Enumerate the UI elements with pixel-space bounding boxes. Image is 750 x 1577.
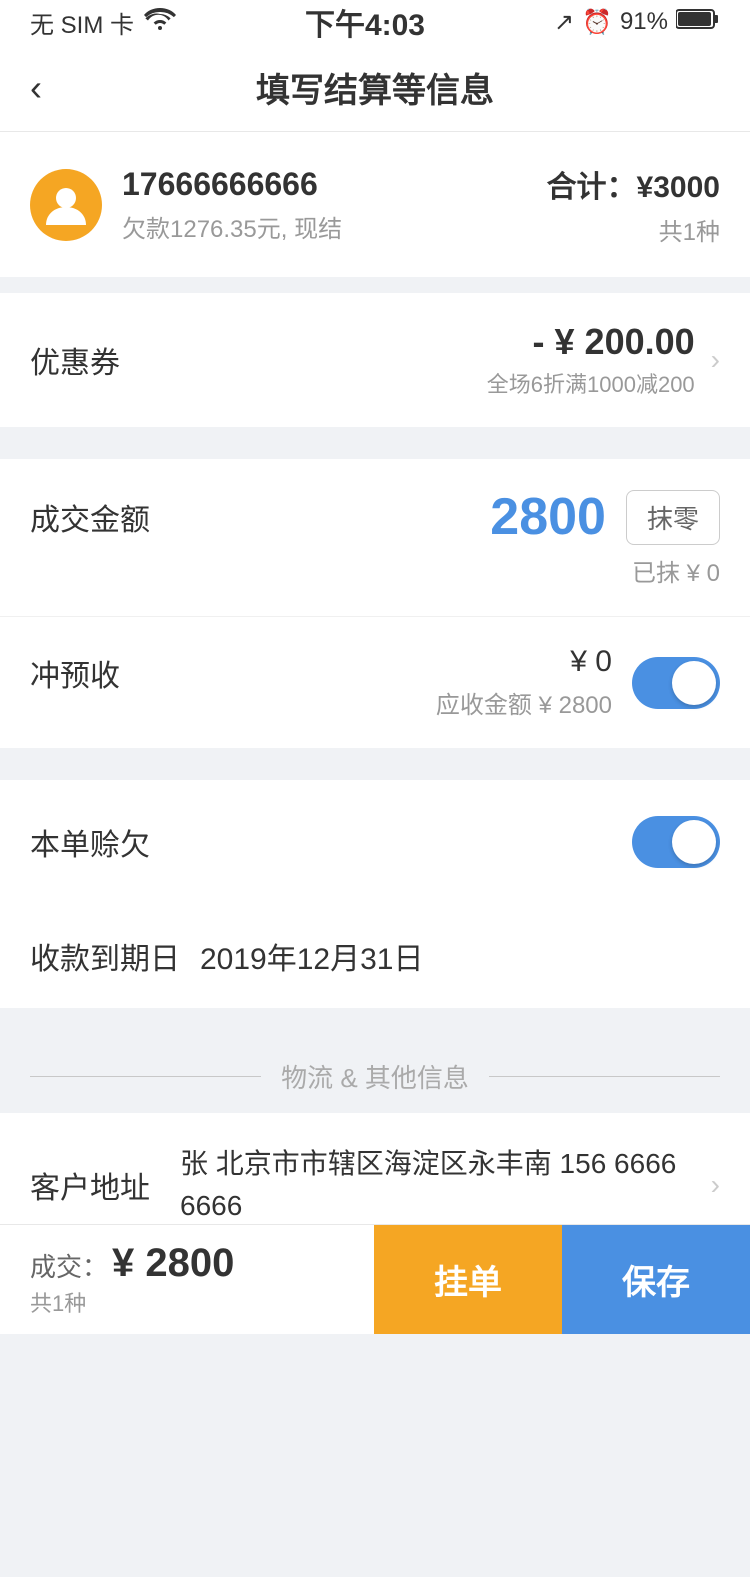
address-chevron-icon: › — [711, 1169, 720, 1201]
prepay-right: ¥ 0 应收金额 ¥ 2800 — [436, 645, 720, 720]
deal-right: 2800 抹零 — [490, 487, 720, 547]
customer-info: 17666666666 欠款1276.35元, 现结 — [122, 166, 342, 244]
prepay-toggle[interactable] — [632, 657, 720, 709]
deal-amount-value: 2800 — [490, 487, 606, 547]
logistics-header: 物流 & 其他信息 — [0, 1040, 750, 1113]
bottom-deal-label: 成交： — [30, 1247, 108, 1284]
avatar — [30, 169, 102, 241]
coupon-desc: 全场6折满1000减200 — [487, 367, 695, 399]
coupon-discount: - ¥ 200.00 全场6折满1000减200 — [487, 321, 695, 399]
separator-2 — [0, 764, 750, 780]
debt-label: 本单赊欠 — [30, 820, 150, 864]
customer-phone: 17666666666 — [122, 166, 342, 203]
deal-label: 成交金额 — [30, 495, 150, 539]
toggle-knob — [672, 661, 716, 705]
address-label: 客户地址 — [30, 1163, 150, 1207]
total-count: 共1种 — [547, 212, 720, 247]
coupon-label: 优惠券 — [30, 338, 120, 382]
prepay-amount: ¥ 0 — [436, 645, 612, 679]
location-icon: ↗ — [554, 8, 574, 37]
debt-toggle[interactable] — [632, 816, 720, 868]
chevron-right-icon: › — [711, 344, 720, 376]
status-right: ↗ ⏰ 91% — [554, 8, 720, 37]
carrier-label: 无 SIM 卡 — [30, 5, 134, 40]
nav-bar: ‹ 填写结算等信息 — [0, 44, 750, 132]
bottom-info: 成交： ¥ 2800 共1种 — [0, 1225, 374, 1334]
deal-sub: 已抹 ¥ 0 — [30, 553, 720, 588]
coupon-amount: - ¥ 200.00 — [487, 321, 695, 363]
logistics-label: 物流 & 其他信息 — [261, 1058, 489, 1095]
separator-3 — [0, 1024, 750, 1040]
battery-icon — [676, 8, 720, 37]
prepay-receivable: 应收金额 ¥ 2800 — [436, 685, 612, 720]
alarm-icon: ⏰ — [582, 8, 612, 37]
due-date-label: 收款到期日 — [30, 934, 180, 978]
bottom-bar: 成交： ¥ 2800 共1种 挂单 保存 — [0, 1224, 750, 1334]
customer-right: 合计：¥3000 共1种 — [547, 162, 720, 247]
bottom-deal-amount: ¥ 2800 — [112, 1241, 234, 1286]
divider-line-left — [30, 1076, 261, 1077]
coupon-right: - ¥ 200.00 全场6折满1000减200 › — [487, 321, 720, 399]
due-date-value: 2019年12月31日 — [200, 934, 423, 978]
address-value: 张 北京市市辖区海淀区永丰南 156 6666 6666 — [180, 1143, 711, 1227]
wifi-icon — [144, 8, 176, 37]
divider-line-right — [489, 1076, 720, 1077]
debt-row: 本单赊欠 — [0, 780, 750, 904]
status-time: 下午4:03 — [305, 0, 425, 44]
total-amount: 合计：¥3000 — [547, 162, 720, 206]
back-button[interactable]: ‹ — [30, 67, 42, 109]
round-button[interactable]: 抹零 — [626, 490, 720, 545]
due-date-row: 收款到期日 2019年12月31日 — [0, 904, 750, 1008]
deal-amount-row: 成交金额 2800 抹零 已抹 ¥ 0 — [0, 459, 750, 617]
customer-card: 17666666666 欠款1276.35元, 现结 合计：¥3000 共1种 — [0, 132, 750, 277]
pending-button[interactable]: 挂单 — [374, 1225, 562, 1334]
save-button[interactable]: 保存 — [562, 1225, 750, 1334]
separator-1 — [0, 443, 750, 459]
bottom-count: 共1种 — [30, 1286, 344, 1318]
deal-section: 成交金额 2800 抹零 已抹 ¥ 0 冲预收 ¥ 0 应收金额 ¥ 2800 — [0, 459, 750, 748]
coupon-section: 优惠券 - ¥ 200.00 全场6折满1000减200 › — [0, 293, 750, 427]
content: 17666666666 欠款1276.35元, 现结 合计：¥3000 共1种 … — [0, 132, 750, 1577]
toggle-knob-2 — [672, 820, 716, 864]
prepay-label: 冲预收 — [30, 645, 120, 695]
debt-section: 本单赊欠 收款到期日 2019年12月31日 — [0, 780, 750, 1008]
page-title: 填写结算等信息 — [256, 63, 494, 112]
status-bar: 无 SIM 卡 下午4:03 ↗ ⏰ 91% — [0, 0, 750, 44]
battery-label: 91% — [620, 8, 668, 36]
customer-left: 17666666666 欠款1276.35元, 现结 — [30, 166, 342, 244]
prepay-values: ¥ 0 应收金额 ¥ 2800 — [436, 645, 612, 720]
customer-debt: 欠款1276.35元, 现结 — [122, 209, 342, 244]
prepay-row: 冲预收 ¥ 0 应收金额 ¥ 2800 — [0, 617, 750, 748]
status-left: 无 SIM 卡 — [30, 5, 176, 40]
coupon-row[interactable]: 优惠券 - ¥ 200.00 全场6折满1000减200 › — [0, 293, 750, 427]
